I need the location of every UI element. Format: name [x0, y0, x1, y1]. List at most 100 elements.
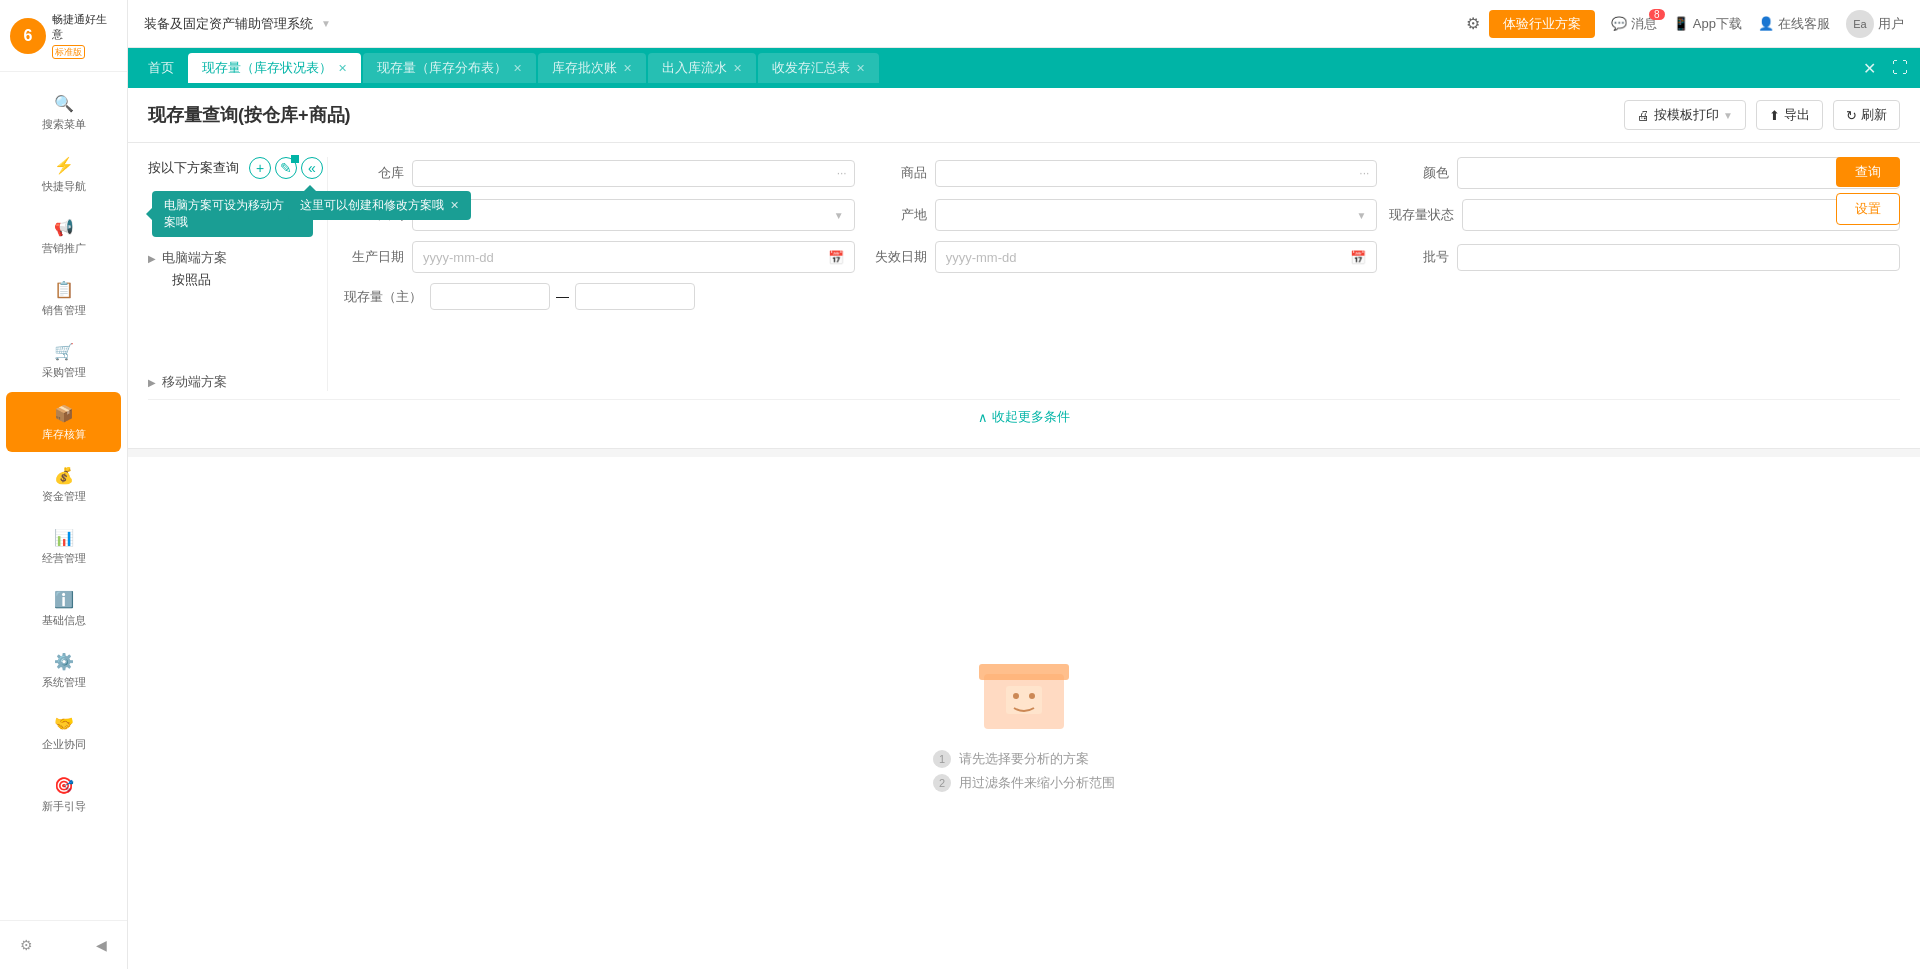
system-dropdown-arrow[interactable]: ▼: [321, 18, 331, 29]
scheme-mobile-group[interactable]: ▶ 移动端方案: [148, 373, 313, 391]
tab-flow-label: 出入库流水: [662, 59, 727, 77]
footer-settings-icon[interactable]: ⚙: [12, 931, 40, 959]
plan-button[interactable]: 体验行业方案: [1489, 10, 1595, 38]
stock-status-select[interactable]: ▼: [1462, 199, 1900, 231]
purchase-label: 采购管理: [42, 365, 86, 380]
desktop-group-label: 电脑端方案: [162, 249, 227, 267]
tab-batch-account-close[interactable]: ✕: [623, 63, 632, 74]
support-icon: 👤: [1758, 16, 1774, 31]
batch-field: 批号: [1389, 244, 1900, 271]
exp-date-label: 失效日期: [867, 248, 927, 266]
notification-btn[interactable]: 💬 消息 8: [1611, 15, 1657, 33]
tab-inventory-dist-close[interactable]: ✕: [513, 63, 522, 74]
product-field: 商品 ···: [867, 160, 1378, 187]
query-button[interactable]: 查询: [1836, 157, 1900, 187]
stock-main-separator: —: [556, 289, 569, 304]
logo-icon: 6: [10, 18, 46, 54]
size-select[interactable]: ▼: [412, 199, 855, 231]
color-label: 颜色: [1389, 164, 1449, 182]
user-label: 用户: [1878, 15, 1904, 33]
system-name: 装备及固定资产辅助管理系统: [144, 15, 313, 33]
tab-close-all-icon[interactable]: ✕: [1859, 55, 1880, 82]
scheme-create-tooltip[interactable]: 这里可以创建和修改方案哦 ✕: [288, 191, 471, 220]
mobile-group-label: 移动端方案: [162, 373, 227, 391]
origin-dropdown-icon: ▼: [1356, 210, 1366, 221]
tab-inventory-dist[interactable]: 现存量（库存分布表） ✕: [363, 53, 536, 83]
sidebar-item-inventory[interactable]: 📦 库存核算: [6, 392, 121, 452]
sidebar-footer: ⚙ ◀: [0, 920, 127, 969]
marketing-label: 营销推广: [42, 241, 86, 256]
stock-main-min[interactable]: [430, 283, 550, 310]
sidebar-nav: 🔍 搜索菜单 ⚡ 快捷导航 📢 营销推广 📋 销售管理 🛒 采购管理 📦 库存核…: [0, 72, 127, 920]
warehouse-input[interactable]: [412, 160, 855, 187]
mfg-date-placeholder: yyyy-mm-dd: [423, 250, 494, 265]
svg-rect-2: [1006, 686, 1042, 714]
app-download-label: App下载: [1693, 15, 1742, 33]
finance-icon: 💰: [53, 464, 75, 486]
product-input[interactable]: [935, 160, 1378, 187]
system-label: 系统管理: [42, 675, 86, 690]
origin-label: 产地: [867, 206, 927, 224]
tab-summary-label: 收发存汇总表: [772, 59, 850, 77]
sidebar-item-guide[interactable]: 🎯 新手引导: [6, 764, 121, 824]
sidebar-item-collab[interactable]: 🤝 企业协同: [6, 702, 121, 762]
guide-icon: 🎯: [53, 774, 75, 796]
export-btn[interactable]: ⬆ 导出: [1756, 100, 1823, 130]
stock-status-label: 现存量状态: [1389, 206, 1454, 224]
tab-flow[interactable]: 出入库流水 ✕: [648, 53, 756, 83]
tab-inventory-status-label: 现存量（库存状况表）: [202, 59, 332, 77]
sidebar-item-sales[interactable]: 📋 销售管理: [6, 268, 121, 328]
sidebar-item-operations[interactable]: 📊 经营管理: [6, 516, 121, 576]
print-btn[interactable]: 🖨 按模板打印 ▼: [1624, 100, 1746, 130]
avatar: Ea: [1846, 10, 1874, 38]
guide-label: 新手引导: [42, 799, 86, 814]
exp-date-input[interactable]: yyyy-mm-dd 📅: [935, 241, 1378, 273]
sidebar-item-search[interactable]: 🔍 搜索菜单: [6, 82, 121, 142]
origin-select[interactable]: ▼: [935, 199, 1378, 231]
scheme-desktop-group[interactable]: ▶ 电脑端方案: [148, 249, 313, 267]
scheme-create-close[interactable]: ✕: [450, 199, 459, 212]
footer-collapse-icon[interactable]: ◀: [87, 931, 115, 959]
sidebar-item-marketing[interactable]: 📢 营销推广: [6, 206, 121, 266]
collapse-label: 收起更多条件: [992, 408, 1070, 426]
sidebar-item-system[interactable]: ⚙️ 系统管理: [6, 640, 121, 700]
app-download-btn[interactable]: 📱 App下载: [1673, 15, 1742, 33]
online-support-btn[interactable]: 👤 在线客服: [1758, 15, 1830, 33]
svg-point-4: [1029, 693, 1035, 699]
tab-expand-icon[interactable]: ⛶: [1888, 55, 1912, 81]
sidebar-item-finance[interactable]: 💰 资金管理: [6, 454, 121, 514]
add-scheme-btn[interactable]: +: [249, 157, 271, 179]
empty-hint-1: 1 请先选择要分析的方案: [933, 750, 1115, 768]
back-scheme-btn[interactable]: «: [301, 157, 323, 179]
scheme-item-byproduct[interactable]: 按照品: [164, 267, 313, 293]
product-dots[interactable]: ···: [1359, 166, 1369, 180]
tab-summary-close[interactable]: ✕: [856, 63, 865, 74]
expand-icon-2: ▶: [148, 377, 156, 388]
edit-scheme-btn[interactable]: ✎: [275, 157, 297, 179]
batch-input[interactable]: [1457, 244, 1900, 271]
empty-hint-2: 2 用过滤条件来缩小分析范围: [933, 774, 1115, 792]
print-dropdown-icon: ▼: [1723, 110, 1733, 121]
tab-inventory-status-close[interactable]: ✕: [338, 63, 347, 74]
tab-flow-close[interactable]: ✕: [733, 63, 742, 74]
collapse-btn[interactable]: ∧ 收起更多条件: [148, 399, 1900, 434]
reset-button[interactable]: 设置: [1836, 193, 1900, 225]
sales-icon: 📋: [53, 278, 75, 300]
sidebar-item-basicinfo[interactable]: ℹ️ 基础信息: [6, 578, 121, 638]
header-settings-btn[interactable]: ⚙: [1457, 8, 1489, 40]
refresh-btn[interactable]: ↻ 刷新: [1833, 100, 1900, 130]
user-menu[interactable]: Ea 用户: [1846, 10, 1904, 38]
tab-batch-account[interactable]: 库存批次账 ✕: [538, 53, 646, 83]
color-select[interactable]: ▼: [1457, 157, 1900, 189]
sidebar-item-purchase[interactable]: 🛒 采购管理: [6, 330, 121, 390]
stock-main-field: 现存量（主） —: [344, 283, 855, 310]
stock-main-max[interactable]: [575, 283, 695, 310]
print-icon: 🖨: [1637, 108, 1650, 123]
tab-home[interactable]: 首页: [136, 53, 186, 83]
warehouse-dots[interactable]: ···: [837, 166, 847, 180]
tab-inventory-status[interactable]: 现存量（库存状况表） ✕: [188, 53, 361, 83]
mfg-date-input[interactable]: yyyy-mm-dd 📅: [412, 241, 855, 273]
tab-summary[interactable]: 收发存汇总表 ✕: [758, 53, 879, 83]
sidebar: 6 畅捷通好生意 标准版 🔍 搜索菜单 ⚡ 快捷导航 📢 营销推广 📋 销售管理…: [0, 0, 128, 969]
sidebar-item-quicknav[interactable]: ⚡ 快捷导航: [6, 144, 121, 204]
